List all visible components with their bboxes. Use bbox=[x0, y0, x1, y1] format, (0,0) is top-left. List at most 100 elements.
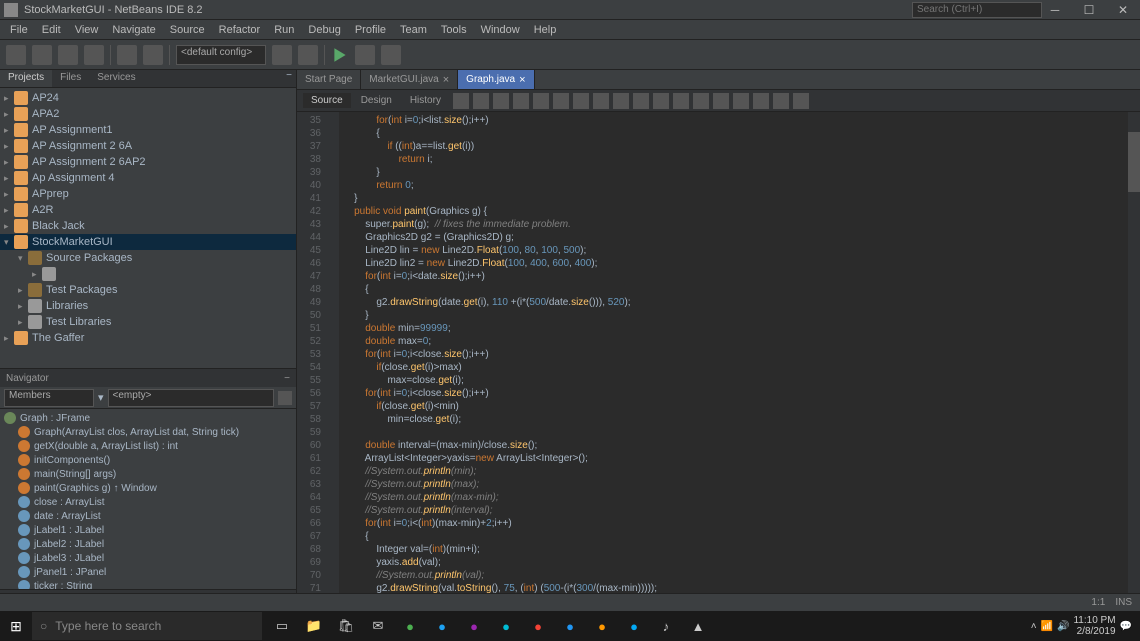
task-view-button[interactable]: ▭ bbox=[270, 614, 294, 638]
collapse-panel-icon[interactable]: − bbox=[282, 70, 296, 87]
navigator-item[interactable]: ticker : String bbox=[0, 579, 296, 589]
open-button[interactable] bbox=[58, 45, 78, 65]
taskbar-app-icon[interactable]: ▲ bbox=[686, 614, 710, 638]
editor-view-tab-history[interactable]: History bbox=[402, 93, 449, 108]
tray-volume-icon[interactable]: 🔊 bbox=[1057, 621, 1069, 632]
menu-tools[interactable]: Tools bbox=[435, 22, 473, 38]
navigator-item[interactable]: initComponents() bbox=[0, 453, 296, 467]
file-tab[interactable]: MarketGUI.java× bbox=[361, 70, 458, 89]
profile-button[interactable] bbox=[381, 45, 401, 65]
navigator-item[interactable]: date : ArrayList bbox=[0, 509, 296, 523]
editor-tool-button[interactable] bbox=[713, 93, 729, 109]
taskbar-app-icon[interactable]: ● bbox=[462, 614, 486, 638]
start-button[interactable]: ⊞ bbox=[0, 611, 32, 641]
taskbar-app-icon[interactable]: ♪ bbox=[654, 614, 678, 638]
maximize-button[interactable]: ☐ bbox=[1076, 1, 1102, 19]
editor-tool-button[interactable] bbox=[553, 93, 569, 109]
project-item[interactable]: ▾StockMarketGUI bbox=[0, 234, 296, 250]
nav-view-combo[interactable]: Members bbox=[4, 389, 94, 407]
editor-view-tab-source[interactable]: Source bbox=[303, 93, 351, 108]
nav-filter-combo[interactable]: <empty> bbox=[108, 389, 274, 407]
editor-tool-button[interactable] bbox=[453, 93, 469, 109]
navigator-item[interactable]: jLabel3 : JLabel bbox=[0, 551, 296, 565]
projects-tree[interactable]: ▸AP24▸APA2▸AP Assignment1 ▸AP Assignment … bbox=[0, 88, 296, 368]
navigator-item[interactable]: Graph(ArrayList clos, ArrayList dat, Str… bbox=[0, 425, 296, 439]
editor-tool-button[interactable] bbox=[613, 93, 629, 109]
close-button[interactable]: ✕ bbox=[1110, 1, 1136, 19]
nav-filter-icon[interactable] bbox=[278, 391, 292, 405]
project-item[interactable]: ▸AP Assignment1 bbox=[0, 122, 296, 138]
project-item[interactable]: ▸Test Packages bbox=[0, 282, 296, 298]
taskbar-app-icon[interactable]: ✉ bbox=[366, 614, 390, 638]
taskbar-app-icon[interactable]: 📁 bbox=[302, 614, 326, 638]
notification-center-icon[interactable]: 💬 bbox=[1120, 621, 1132, 632]
scrollbar-thumb[interactable] bbox=[1128, 132, 1140, 192]
editor-tool-button[interactable] bbox=[473, 93, 489, 109]
project-item[interactable]: ▸APprep bbox=[0, 186, 296, 202]
navigator-item[interactable]: jLabel1 : JLabel bbox=[0, 523, 296, 537]
navigator-item[interactable]: getX(double a, ArrayList list) : int bbox=[0, 439, 296, 453]
navigator-item[interactable]: paint(Graphics g) ↑ Window bbox=[0, 481, 296, 495]
menu-window[interactable]: Window bbox=[475, 22, 526, 38]
menu-debug[interactable]: Debug bbox=[302, 22, 346, 38]
project-item[interactable]: ▸ bbox=[0, 266, 296, 282]
editor-tool-button[interactable] bbox=[733, 93, 749, 109]
project-item[interactable]: ▸APA2 bbox=[0, 106, 296, 122]
menu-view[interactable]: View bbox=[69, 22, 105, 38]
project-item[interactable]: ▸Test Libraries bbox=[0, 314, 296, 330]
project-item[interactable]: ▸Libraries bbox=[0, 298, 296, 314]
editor-tool-button[interactable] bbox=[653, 93, 669, 109]
menu-help[interactable]: Help bbox=[528, 22, 563, 38]
menu-profile[interactable]: Profile bbox=[349, 22, 392, 38]
close-tab-icon[interactable]: × bbox=[443, 74, 449, 86]
menu-run[interactable]: Run bbox=[268, 22, 300, 38]
collapse-nav-icon[interactable]: − bbox=[284, 373, 290, 384]
menu-source[interactable]: Source bbox=[164, 22, 211, 38]
global-search-input[interactable] bbox=[912, 2, 1042, 18]
navigator-item[interactable]: Graph : JFrame bbox=[0, 411, 296, 425]
new-project-button[interactable] bbox=[32, 45, 52, 65]
editor-tool-button[interactable] bbox=[633, 93, 649, 109]
editor-tool-button[interactable] bbox=[493, 93, 509, 109]
taskbar-app-icon[interactable]: 🛍 bbox=[334, 614, 358, 638]
menu-team[interactable]: Team bbox=[394, 22, 433, 38]
editor-tool-button[interactable] bbox=[693, 93, 709, 109]
editor-tool-button[interactable] bbox=[793, 93, 809, 109]
file-tab[interactable]: Graph.java× bbox=[458, 70, 534, 89]
menu-file[interactable]: File bbox=[4, 22, 34, 38]
editor-tool-button[interactable] bbox=[593, 93, 609, 109]
clean-build-button[interactable] bbox=[298, 45, 318, 65]
undo-button[interactable] bbox=[117, 45, 137, 65]
editor-tool-button[interactable] bbox=[573, 93, 589, 109]
run-button[interactable] bbox=[331, 46, 349, 64]
navigator-item[interactable]: close : ArrayList bbox=[0, 495, 296, 509]
debug-button[interactable] bbox=[355, 45, 375, 65]
project-item[interactable]: ▸AP24 bbox=[0, 90, 296, 106]
navigator-item[interactable]: jLabel2 : JLabel bbox=[0, 537, 296, 551]
taskbar-app-icon[interactable]: ● bbox=[494, 614, 518, 638]
project-item[interactable]: ▸The Gaffer bbox=[0, 330, 296, 346]
editor-view-tab-design[interactable]: Design bbox=[353, 93, 400, 108]
editor-tool-button[interactable] bbox=[513, 93, 529, 109]
taskbar-app-icon[interactable]: ● bbox=[590, 614, 614, 638]
sidebar-tab-services[interactable]: Services bbox=[89, 70, 143, 87]
file-tab[interactable]: Start Page bbox=[297, 70, 361, 89]
menu-edit[interactable]: Edit bbox=[36, 22, 67, 38]
editor-scrollbar[interactable] bbox=[1128, 112, 1140, 593]
project-item[interactable]: ▸Black Jack bbox=[0, 218, 296, 234]
navigator-tree[interactable]: Graph : JFrameGraph(ArrayList clos, Arra… bbox=[0, 409, 296, 589]
sidebar-tab-files[interactable]: Files bbox=[52, 70, 89, 87]
menu-refactor[interactable]: Refactor bbox=[213, 22, 267, 38]
navigator-item[interactable]: jPanel1 : JPanel bbox=[0, 565, 296, 579]
taskbar-search[interactable]: ○ Type here to search bbox=[32, 612, 262, 640]
editor-tool-button[interactable] bbox=[773, 93, 789, 109]
config-combo[interactable]: <default config> bbox=[176, 45, 266, 65]
project-item[interactable]: ▸AP Assignment 2 6AP2 bbox=[0, 154, 296, 170]
redo-button[interactable] bbox=[143, 45, 163, 65]
taskbar-app-icon[interactable]: ● bbox=[398, 614, 422, 638]
build-button[interactable] bbox=[272, 45, 292, 65]
new-file-button[interactable] bbox=[6, 45, 26, 65]
editor-tool-button[interactable] bbox=[533, 93, 549, 109]
minimize-button[interactable]: ─ bbox=[1042, 1, 1068, 19]
taskbar-app-icon[interactable]: ● bbox=[622, 614, 646, 638]
